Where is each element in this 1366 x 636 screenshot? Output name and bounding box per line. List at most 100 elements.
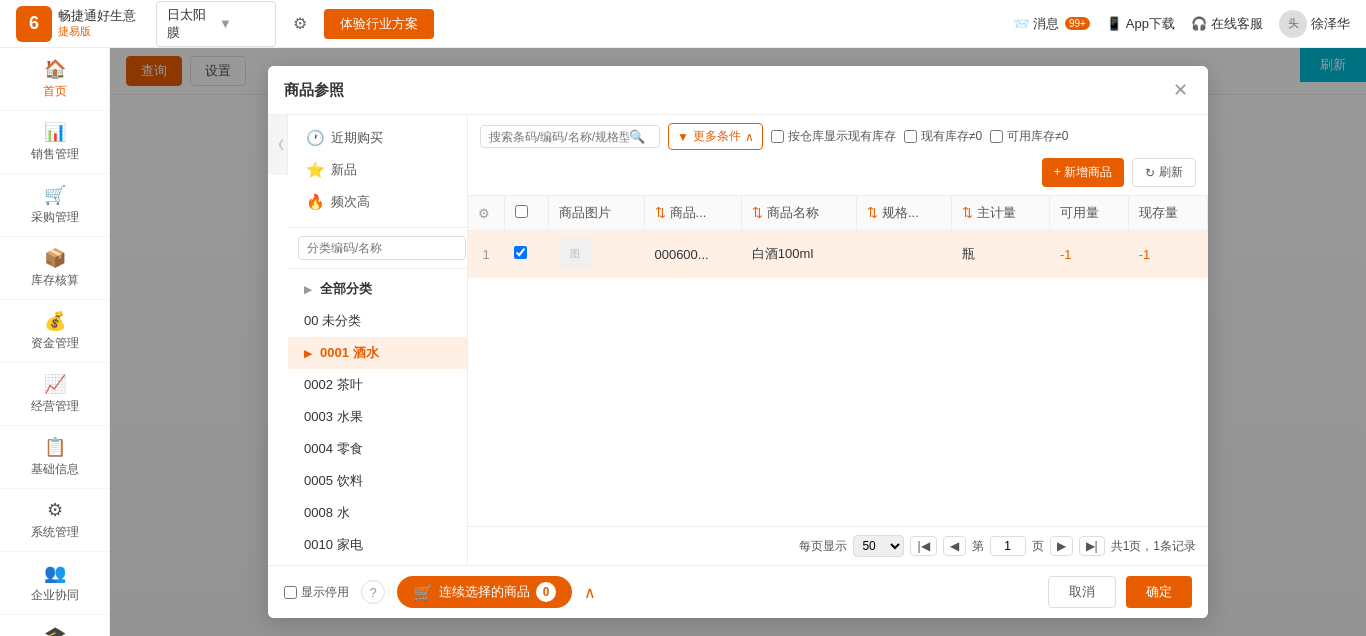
toolbar-right: + 新增商品 ↻ 刷新: [1042, 158, 1196, 187]
row-code: 000600...: [644, 231, 741, 278]
checkbox-available-label: 现有库存≠0: [921, 128, 982, 145]
collapse-footer-btn[interactable]: ∧: [584, 583, 596, 602]
product-reference-modal: 商品参照 ✕ 《: [268, 66, 1208, 618]
sidebar-item-purchase[interactable]: 🛒 采购管理: [0, 174, 109, 237]
management-icon: 📈: [44, 373, 66, 395]
checkbox-by-warehouse-label: 按仓库显示现有库存: [788, 128, 896, 145]
col-code[interactable]: ⇅ 商品...: [644, 196, 741, 231]
col-name[interactable]: ⇅ 商品名称: [742, 196, 857, 231]
checkbox-by-warehouse-input[interactable]: [771, 130, 784, 143]
sidebar-item-collab-label: 企业协同: [31, 587, 79, 604]
home-icon: 🏠: [44, 58, 66, 80]
col-available: 可用量: [1050, 196, 1129, 231]
page-size-select[interactable]: 50 10 20 100: [853, 535, 904, 557]
product-search-icon[interactable]: 🔍: [629, 129, 645, 144]
col-image: 商品图片: [549, 196, 645, 231]
page-first-btn[interactable]: |◀: [910, 536, 936, 556]
tab-new-product[interactable]: ⭐ 新品: [296, 155, 459, 185]
message-icon: 📨: [1013, 16, 1029, 31]
modal-header: 商品参照 ✕: [268, 66, 1208, 115]
app-download-label: App下载: [1126, 15, 1175, 33]
col-unit[interactable]: ⇅ 主计量: [952, 196, 1050, 231]
modal-title: 商品参照: [284, 81, 344, 100]
headset-icon: 🎧: [1191, 16, 1207, 31]
cat-0008-label: 0008 水: [304, 504, 350, 522]
checkbox-usable-nonzero[interactable]: 可用库存≠0: [990, 128, 1068, 145]
col-spec[interactable]: ⇅ 规格...: [857, 196, 952, 231]
left-collapse-btn[interactable]: 《: [268, 115, 288, 175]
page-prev-btn[interactable]: ◀: [943, 536, 966, 556]
modal-close-btn[interactable]: ✕: [1168, 78, 1192, 102]
cat-item-0001[interactable]: 0001 酒水: [288, 337, 467, 369]
cart-label: 连续选择的商品: [439, 583, 530, 601]
sidebar-item-sales[interactable]: 📊 销售管理: [0, 111, 109, 174]
settings-icon-btn[interactable]: ⚙: [284, 8, 316, 40]
footer-right: 取消 确定: [1048, 576, 1192, 608]
checkbox-by-warehouse[interactable]: 按仓库显示现有库存: [771, 128, 896, 145]
tenant-dropdown[interactable]: 日太阳膜 ▼: [156, 1, 276, 47]
logo-title: 畅捷通好生意: [58, 8, 136, 25]
user-area[interactable]: 头 徐泽华: [1279, 10, 1350, 38]
sidebar-item-home[interactable]: 🏠 首页: [0, 48, 109, 111]
checkbox-available-input[interactable]: [904, 130, 917, 143]
nav-right: 📨 消息 99+ 📱 App下载 🎧 在线客服 头 徐泽华: [1013, 10, 1350, 38]
filter-more-btn[interactable]: ▼ 更多条件 ∧: [668, 123, 763, 150]
category-search-input[interactable]: [298, 236, 466, 260]
online-service-label: 在线客服: [1211, 15, 1263, 33]
sidebar-item-finance[interactable]: 💰 资金管理: [0, 300, 109, 363]
sidebar-item-collab[interactable]: 👥 企业协同: [0, 552, 109, 615]
sidebar-item-sales-label: 销售管理: [31, 146, 79, 163]
page-last-btn[interactable]: ▶|: [1079, 536, 1105, 556]
cat-item-all[interactable]: 全部分类: [288, 273, 467, 305]
cancel-btn[interactable]: 取消: [1048, 576, 1116, 608]
filter-caret: ∧: [745, 130, 754, 144]
confirm-btn[interactable]: 确定: [1126, 576, 1192, 608]
cat-item-0008[interactable]: 0008 水: [288, 497, 467, 529]
cat-0005-label: 0005 饮料: [304, 472, 363, 490]
cat-item-0002[interactable]: 0002 茶叶: [288, 369, 467, 401]
cat-item-00[interactable]: 00 未分类: [288, 305, 467, 337]
col-settings-icon[interactable]: ⚙: [478, 206, 490, 221]
sidebar-item-system[interactable]: ⚙ 系统管理: [0, 489, 109, 552]
cat-item-0004[interactable]: 0004 零食: [288, 433, 467, 465]
sidebar-item-basic[interactable]: 📋 基础信息: [0, 426, 109, 489]
page-input[interactable]: [990, 536, 1026, 556]
add-product-btn[interactable]: + 新增商品: [1042, 158, 1124, 187]
select-all-checkbox[interactable]: [515, 205, 528, 218]
guide-icon: 🎓: [44, 625, 66, 636]
product-search-input[interactable]: [489, 130, 629, 144]
logo-area: 6 畅捷通好生意 捷易版: [16, 6, 136, 42]
cat-0002-label: 0002 茶叶: [304, 376, 363, 394]
show-disabled-input[interactable]: [284, 586, 297, 599]
help-icon-btn[interactable]: ?: [361, 580, 385, 604]
page-label: 第: [972, 538, 984, 555]
row-num: 1: [468, 231, 504, 278]
cat-item-0010[interactable]: 0010 家电: [288, 529, 467, 561]
sidebar-item-guide[interactable]: 🎓 新手引导: [0, 615, 109, 636]
row-spec: [857, 231, 952, 278]
trial-btn[interactable]: 体验行业方案: [324, 9, 434, 39]
cat-item-0003[interactable]: 0003 水果: [288, 401, 467, 433]
online-service-btn[interactable]: 🎧 在线客服: [1191, 15, 1263, 33]
total-info: 共1页，1条记录: [1111, 538, 1196, 555]
tab-recent-purchase[interactable]: 🕐 近期购买: [296, 123, 459, 153]
checkbox-usable-input[interactable]: [990, 130, 1003, 143]
category-list: 全部分类 00 未分类 0001 酒水 0002 茶: [288, 269, 467, 565]
row-checkbox[interactable]: [514, 246, 527, 259]
app-download-btn[interactable]: 📱 App下载: [1106, 15, 1175, 33]
page-size-label: 每页显示: [799, 538, 847, 555]
logo-sub: 捷易版: [58, 24, 136, 39]
page-next-btn[interactable]: ▶: [1050, 536, 1073, 556]
system-icon: ⚙: [47, 499, 63, 521]
cat-item-0005[interactable]: 0005 饮料: [288, 465, 467, 497]
sidebar-item-inventory[interactable]: 📦 库存核算: [0, 237, 109, 300]
col-unit-sort-icon: ⇅: [962, 205, 973, 220]
tab-frequent[interactable]: 🔥 频次高: [296, 187, 459, 217]
show-disabled-checkbox[interactable]: 显示停用: [284, 584, 349, 601]
message-btn[interactable]: 📨 消息 99+: [1013, 15, 1090, 33]
table-row[interactable]: 1 图 000600... 白酒100ml: [468, 231, 1208, 278]
checkbox-available-nonzero[interactable]: 现有库存≠0: [904, 128, 982, 145]
refresh-btn[interactable]: ↻ 刷新: [1132, 158, 1196, 187]
cart-btn[interactable]: 🛒 连续选择的商品 0: [397, 576, 572, 608]
sidebar-item-management[interactable]: 📈 经营管理: [0, 363, 109, 426]
